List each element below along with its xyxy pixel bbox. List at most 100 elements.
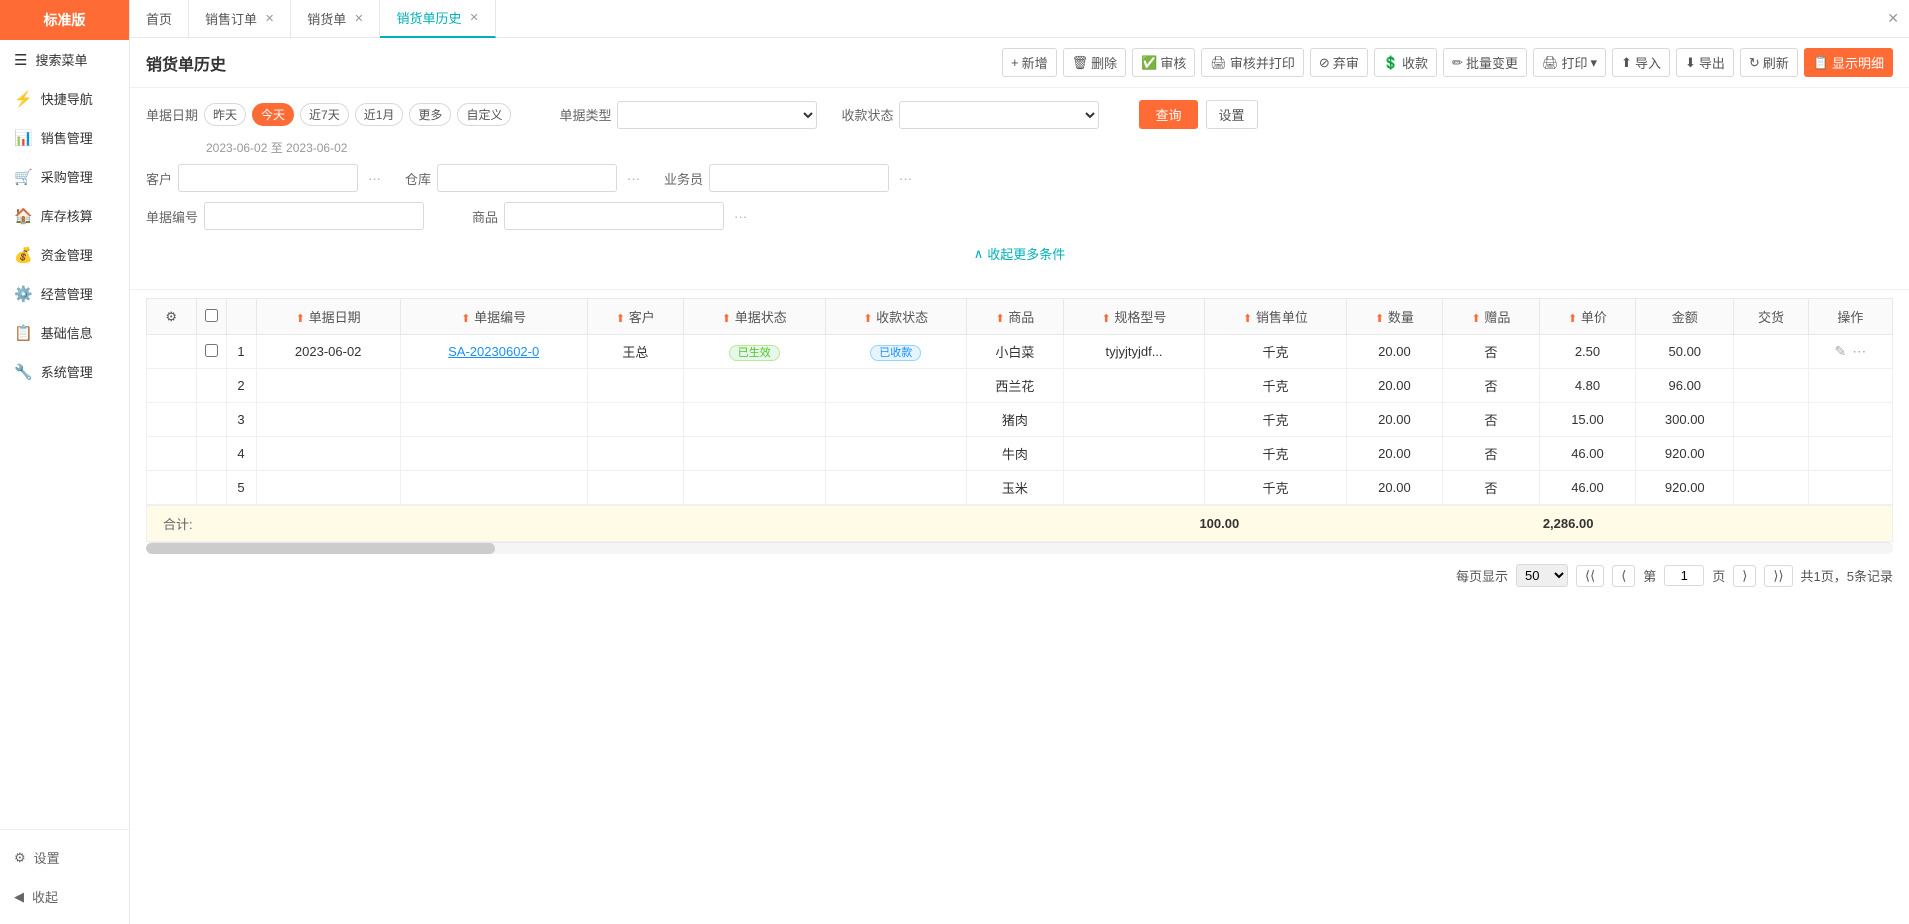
scrollbar-thumb[interactable] <box>146 543 495 554</box>
sidebar-collapse-btn[interactable]: ◀ 收起 <box>0 877 129 916</box>
page-number-input[interactable] <box>1664 565 1704 586</box>
horizontal-scrollbar[interactable] <box>146 542 1893 554</box>
import-button[interactable]: ⬆ 导入 <box>1612 48 1670 77</box>
cell-amount: 50.00 <box>1636 335 1734 369</box>
new-button[interactable]: + 新增 <box>1002 48 1057 77</box>
col-num <box>226 299 256 335</box>
warehouse-input[interactable] <box>437 164 617 192</box>
date-tag-today[interactable]: 今天 <box>252 103 294 126</box>
collect-button[interactable]: 💲 收款 <box>1374 48 1437 77</box>
query-button[interactable]: 查询 <box>1139 100 1197 129</box>
col-goods[interactable]: ⬆ 商品 <box>966 299 1063 335</box>
col-unit-price[interactable]: ⬆ 单价 <box>1539 299 1636 335</box>
cell-num: 4 <box>226 437 256 471</box>
doc-type-select[interactable] <box>617 101 817 129</box>
delete-button[interactable]: 🗑 删除 <box>1063 48 1127 77</box>
tab-home[interactable]: 首页 <box>130 0 189 38</box>
tab-sales-history-close[interactable]: ✕ <box>470 11 479 24</box>
col-sales-unit[interactable]: ⬆ 销售单位 <box>1205 299 1346 335</box>
date-tag-custom[interactable]: 自定义 <box>457 103 511 126</box>
per-page-select[interactable]: 50 100 200 <box>1516 564 1568 587</box>
abandon-button[interactable]: ⊘ 弃审 <box>1310 48 1368 77</box>
customer-dots[interactable]: ··· <box>368 171 381 186</box>
ops-icon: ⚙️ <box>14 285 33 303</box>
last-page-button[interactable]: ⟩⟩ <box>1764 565 1792 587</box>
pagination: 每页显示 50 100 200 ⟨⟨ ⟨ 第 页 ⟩ ⟩⟩ 共1页，5条记录 <box>130 554 1909 597</box>
print-button[interactable]: 🖨 打印 ▾ <box>1533 48 1606 77</box>
tab-sales-delivery-close[interactable]: ✕ <box>354 12 363 25</box>
col-doc-no[interactable]: ⬆ 单据编号 <box>400 299 587 335</box>
batch-change-button[interactable]: ✏ 批量变更 <box>1443 48 1527 77</box>
sidebar-logo: 标准版 <box>0 0 129 40</box>
date-tag-1month[interactable]: 近1月 <box>355 103 404 126</box>
sidebar-item-inventory[interactable]: 🏠 库存核算 <box>0 196 129 235</box>
warehouse-dots[interactable]: ··· <box>627 171 640 186</box>
cell-customer <box>587 471 684 505</box>
sidebar-item-system-mgmt[interactable]: 🔧 系统管理 <box>0 352 129 391</box>
cell-action: ✎ ⋯ <box>1808 335 1892 369</box>
col-payment-status[interactable]: ⬆ 收款状态 <box>825 299 966 335</box>
more-icon[interactable]: ⋯ <box>1852 343 1866 360</box>
cell-unit-price: 4.80 <box>1539 369 1636 403</box>
row-checkbox[interactable] <box>205 344 218 357</box>
next-page-button[interactable]: ⟩ <box>1733 565 1756 587</box>
print-icon: 🖨 <box>1542 55 1559 71</box>
sidebar-item-search-menu[interactable]: ☰ 搜索菜单 <box>0 40 129 79</box>
date-tag-7days[interactable]: 近7天 <box>300 103 349 126</box>
sidebar-item-basic-info[interactable]: 📋 基础信息 <box>0 313 129 352</box>
cell-action <box>1808 471 1892 505</box>
goods-input[interactable] <box>504 202 724 230</box>
cell-payment-status: 已收款 <box>825 335 966 369</box>
cell-gear <box>147 437 197 471</box>
select-all-checkbox[interactable] <box>205 309 218 322</box>
filter-row-1: 单据日期 昨天 今天 近7天 近1月 更多 自定义 单据类型 收款状态 <box>146 100 1893 129</box>
sidebar-item-quick-nav[interactable]: ⚡ 快捷导航 <box>0 79 129 118</box>
col-spec[interactable]: ⬆ 规格型号 <box>1063 299 1204 335</box>
collapse-button[interactable]: ∧ 收起更多条件 <box>974 240 1066 267</box>
cell-spec <box>1063 403 1204 437</box>
date-tag-more[interactable]: 更多 <box>409 103 451 126</box>
col-customer[interactable]: ⬆ 客户 <box>587 299 684 335</box>
sidebar-item-sales-mgmt[interactable]: 📊 销售管理 <box>0 118 129 157</box>
sidebar-item-finance[interactable]: 💰 资金管理 <box>0 235 129 274</box>
payment-status-select[interactable] <box>899 101 1099 129</box>
sidebar-item-ops[interactable]: ⚙️ 经营管理 <box>0 274 129 313</box>
edit-icon[interactable]: ✎ <box>1834 343 1846 360</box>
filter-item-customer: 客户 ··· <box>146 164 381 192</box>
customer-input[interactable] <box>178 164 358 192</box>
cell-checkbox <box>196 437 226 471</box>
table-row: 1 2023-06-02 SA-20230602-0 王总 已生效 已收款 小白… <box>147 335 1893 369</box>
prev-page-button[interactable]: ⟨ <box>1612 565 1635 587</box>
sidebar-settings-btn[interactable]: ⚙ 设置 <box>0 838 129 877</box>
doc-no-link[interactable]: SA-20230602-0 <box>448 344 539 359</box>
tab-sales-order-close[interactable]: ✕ <box>265 12 274 25</box>
sidebar-item-purchase-mgmt[interactable]: 🛒 采购管理 <box>0 157 129 196</box>
docno-input[interactable] <box>204 202 424 230</box>
close-window-icon[interactable]: ✕ <box>1887 10 1899 27</box>
show-detail-button[interactable]: 📋 显示明细 <box>1804 48 1893 77</box>
tab-sales-order[interactable]: 销售订单 ✕ <box>189 0 291 38</box>
review-print-button[interactable]: 🖨 审核并打印 <box>1201 48 1304 77</box>
settings-button[interactable]: 设置 <box>1206 100 1258 129</box>
cell-transaction <box>1734 437 1808 471</box>
export-button[interactable]: ⬇ 导出 <box>1676 48 1734 77</box>
cell-num: 5 <box>226 471 256 505</box>
col-doc-date[interactable]: ⬆ 单据日期 <box>256 299 400 335</box>
first-page-button[interactable]: ⟨⟨ <box>1576 565 1604 587</box>
tab-sales-delivery[interactable]: 销货单 ✕ <box>291 0 380 38</box>
tab-sales-history[interactable]: 销货单历史 ✕ <box>380 0 495 38</box>
date-range-text: 2023-06-02 至 2023-06-02 <box>206 139 347 156</box>
staff-input[interactable] <box>709 164 889 192</box>
col-gear[interactable]: ⚙ <box>147 299 197 335</box>
date-tag-yesterday[interactable]: 昨天 <box>204 103 246 126</box>
review-button[interactable]: ✅ 审核 <box>1132 48 1195 77</box>
col-quantity[interactable]: ⬆ 数量 <box>1346 299 1443 335</box>
refresh-button[interactable]: ↻ 刷新 <box>1740 48 1798 77</box>
goods-dots[interactable]: ··· <box>734 209 747 224</box>
cell-num: 3 <box>226 403 256 437</box>
show-detail-icon: 📋 <box>1813 55 1829 71</box>
staff-dots[interactable]: ··· <box>899 171 912 186</box>
cell-payment-status <box>825 471 966 505</box>
col-gift[interactable]: ⬆ 赠品 <box>1443 299 1540 335</box>
col-doc-status[interactable]: ⬆ 单据状态 <box>684 299 825 335</box>
